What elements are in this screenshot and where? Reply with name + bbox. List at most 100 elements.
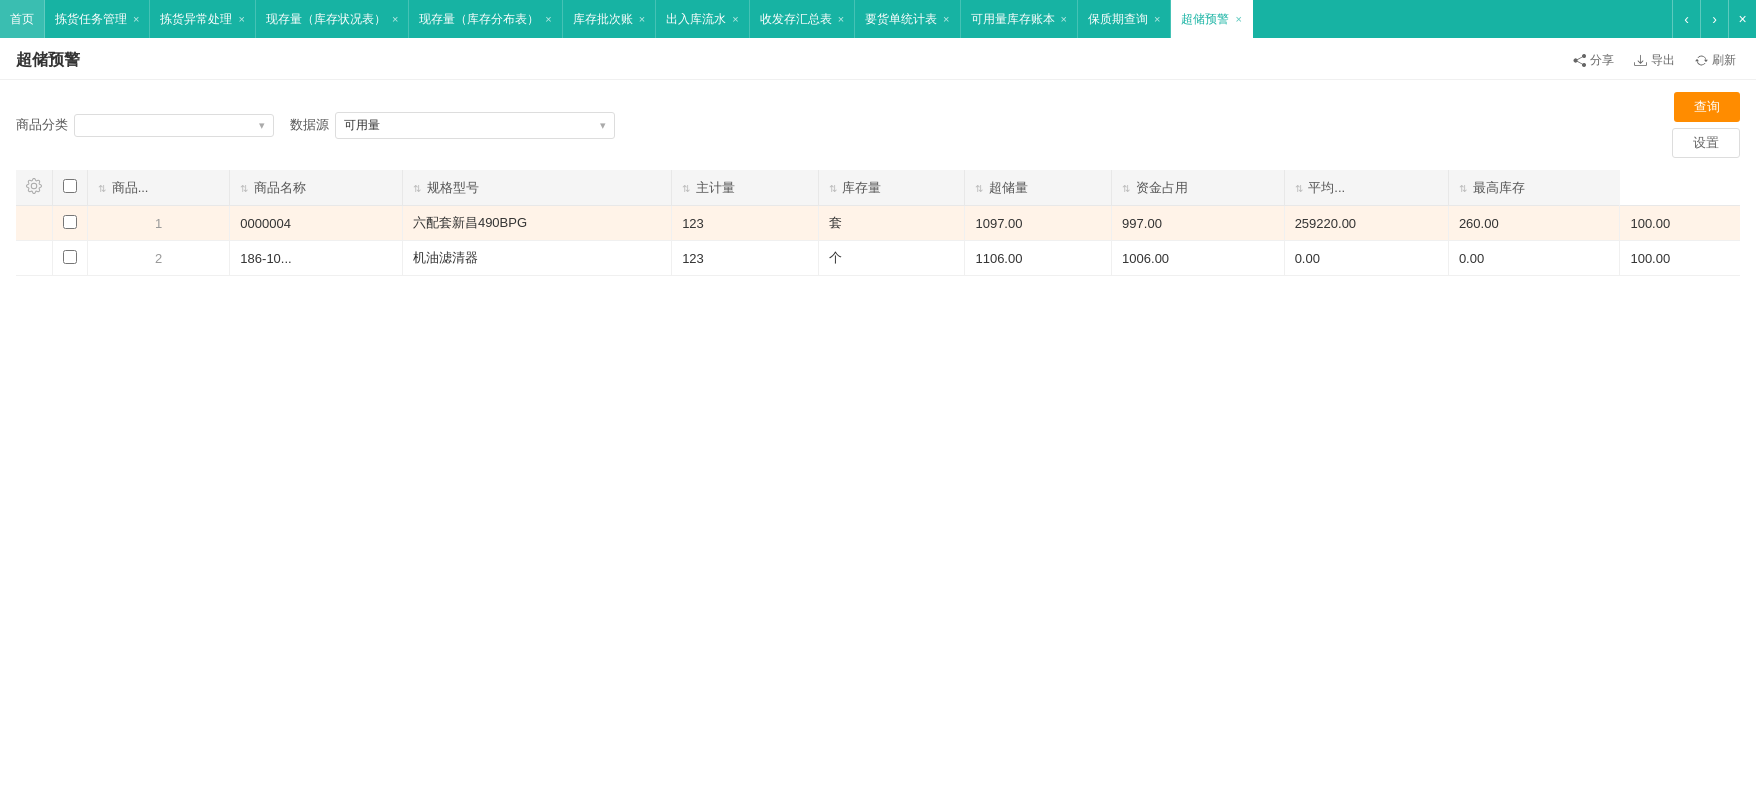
category-filter-label: 商品分类 (16, 116, 68, 134)
refresh-button[interactable]: 刷新 (1691, 50, 1740, 71)
col-capital[interactable]: ⇅ 资金占用 (1112, 170, 1285, 206)
row-number: 1 (88, 206, 230, 241)
col-gear (16, 170, 53, 206)
row-avg: 0.00 (1448, 241, 1620, 276)
table-body: 1 0000004 六配套新昌490BPG 123 套 1097.00 997.… (16, 206, 1740, 276)
col-spec[interactable]: ⇅ 规格型号 (402, 170, 671, 206)
col-stock[interactable]: ⇅ 库存量 (818, 170, 965, 206)
sort-product-name-icon: ⇅ (240, 183, 248, 194)
nav-quality-query[interactable]: 保质期查询 × (1078, 0, 1171, 38)
nav-available-ledger[interactable]: 可用量库存账本 × (961, 0, 1078, 38)
sort-product-code-icon: ⇅ (98, 183, 106, 194)
col-avg[interactable]: ⇅ 平均... (1284, 170, 1448, 206)
query-button[interactable]: 查询 (1674, 92, 1740, 122)
gear-header-icon[interactable] (26, 178, 42, 194)
nav-stock-status[interactable]: 现存量（库存状况表） × (256, 0, 409, 38)
nav-overstock[interactable]: 超储预警 × (1171, 0, 1252, 38)
export-icon (1634, 54, 1647, 67)
sort-capital-icon: ⇅ (1122, 183, 1130, 194)
nav-demand-stats[interactable]: 要货单统计表 × (855, 0, 960, 38)
nav-stock-dist[interactable]: 现存量（库存分布表） × (409, 0, 562, 38)
close-stock-status-icon[interactable]: × (392, 13, 398, 25)
row-select-checkbox[interactable] (63, 250, 77, 264)
close-task-mgmt-icon[interactable]: × (133, 13, 139, 25)
col-max-stock[interactable]: ⇅ 最高库存 (1448, 170, 1620, 206)
close-demand-stats-icon[interactable]: × (943, 13, 949, 25)
nav-inout-flow-label: 出入库流水 (666, 11, 726, 28)
row-stock: 1106.00 (965, 241, 1112, 276)
datasource-chevron-icon: ▾ (600, 119, 606, 132)
refresh-label: 刷新 (1712, 52, 1736, 69)
nav-summary[interactable]: 收发存汇总表 × (750, 0, 855, 38)
nav-exception-label: 拣货异常处理 (160, 11, 232, 28)
datasource-select-value: 可用量 (344, 117, 380, 134)
nav-task-mgmt[interactable]: 拣货任务管理 × (45, 0, 150, 38)
close-stock-dist-icon[interactable]: × (545, 13, 551, 25)
close-available-ledger-icon[interactable]: × (1061, 13, 1067, 25)
row-capital: 259220.00 (1284, 206, 1448, 241)
nav-next-button[interactable]: › (1700, 0, 1728, 38)
row-avg: 260.00 (1448, 206, 1620, 241)
row-product-code: 186-10... (230, 241, 403, 276)
sort-overstock-icon: ⇅ (975, 183, 983, 194)
row-number: 2 (88, 241, 230, 276)
close-inout-flow-icon[interactable]: × (732, 13, 738, 25)
page-content: 超储预警 分享 导出 刷新 (0, 38, 1756, 800)
nav-home-label: 首页 (10, 11, 34, 28)
nav-arrows: ‹ › × (1672, 0, 1756, 38)
row-checkbox-cell (53, 241, 88, 276)
filter-right-buttons: 查询 设置 (1672, 92, 1740, 158)
close-quality-query-icon[interactable]: × (1154, 13, 1160, 25)
close-batch-icon[interactable]: × (639, 13, 645, 25)
settings-button[interactable]: 设置 (1672, 128, 1740, 158)
sort-unit-icon: ⇅ (682, 183, 690, 194)
col-unit[interactable]: ⇅ 主计量 (672, 170, 819, 206)
sort-spec-icon: ⇅ (413, 183, 421, 194)
nav-batch[interactable]: 库存批次账 × (563, 0, 656, 38)
nav-close-button[interactable]: × (1728, 0, 1756, 38)
row-overstock: 1006.00 (1112, 241, 1285, 276)
row-max-stock: 100.00 (1620, 206, 1740, 241)
nav-inout-flow[interactable]: 出入库流水 × (656, 0, 749, 38)
export-button[interactable]: 导出 (1630, 50, 1679, 71)
close-summary-icon[interactable]: × (838, 13, 844, 25)
export-label: 导出 (1651, 52, 1675, 69)
datasource-select[interactable]: 可用量 ▾ (335, 112, 615, 139)
row-capital: 0.00 (1284, 241, 1448, 276)
row-overstock: 997.00 (1112, 206, 1285, 241)
page-header: 超储预警 分享 导出 刷新 (0, 38, 1756, 80)
nav-home[interactable]: 首页 (0, 0, 45, 38)
share-icon (1573, 54, 1586, 67)
row-stock: 1097.00 (965, 206, 1112, 241)
refresh-icon (1695, 54, 1708, 67)
nav-demand-stats-label: 要货单统计表 (865, 11, 937, 28)
close-overstock-icon[interactable]: × (1235, 13, 1241, 25)
nav-batch-label: 库存批次账 (573, 11, 633, 28)
nav-stock-dist-label: 现存量（库存分布表） (419, 11, 539, 28)
filter-area: 商品分类 ▾ 数据源 可用量 ▾ 查询 设置 (0, 80, 1756, 170)
category-chevron-icon: ▾ (259, 119, 265, 132)
col-overstock[interactable]: ⇅ 超储量 (965, 170, 1112, 206)
nav-prev-button[interactable]: ‹ (1672, 0, 1700, 38)
row-product-name: 机油滤清器 (402, 241, 671, 276)
row-max-stock: 100.00 (1620, 241, 1740, 276)
col-product-name[interactable]: ⇅ 商品名称 (230, 170, 403, 206)
table-header-row: ⇅ 商品... ⇅ 商品名称 ⇅ 规格型号 ⇅ 主计量 (16, 170, 1740, 206)
select-all-checkbox[interactable] (63, 179, 77, 193)
col-product-code[interactable]: ⇅ 商品... (88, 170, 230, 206)
col-checkbox (53, 170, 88, 206)
row-spec: 123 (672, 206, 819, 241)
nav-available-ledger-label: 可用量库存账本 (971, 11, 1055, 28)
close-exception-icon[interactable]: × (238, 13, 244, 25)
row-unit: 个 (818, 241, 965, 276)
category-select[interactable]: ▾ (74, 114, 274, 137)
page-title: 超储预警 (16, 50, 80, 71)
datasource-filter-label: 数据源 (290, 116, 329, 134)
share-button[interactable]: 分享 (1569, 50, 1618, 71)
category-filter-group: 商品分类 ▾ (16, 114, 274, 137)
nav-task-mgmt-label: 拣货任务管理 (55, 11, 127, 28)
row-select-checkbox[interactable] (63, 215, 77, 229)
top-nav: 首页 拣货任务管理 × 拣货异常处理 × 现存量（库存状况表） × 现存量（库存… (0, 0, 1756, 38)
nav-exception[interactable]: 拣货异常处理 × (150, 0, 255, 38)
sort-stock-icon: ⇅ (829, 183, 837, 194)
